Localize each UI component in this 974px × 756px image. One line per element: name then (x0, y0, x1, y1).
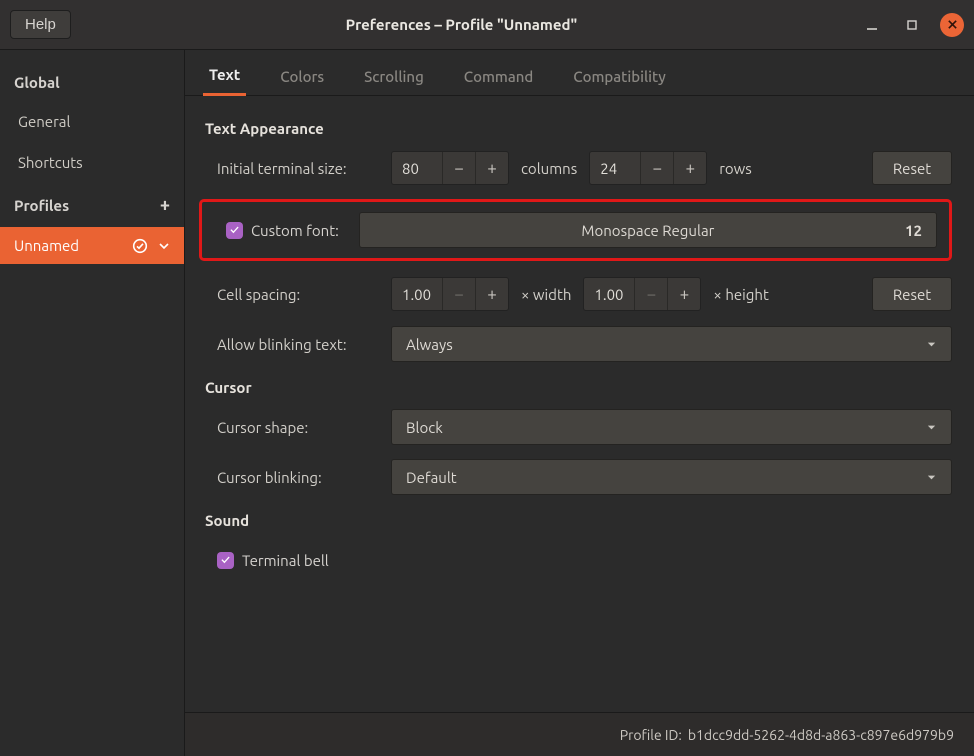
chevron-down-icon (158, 240, 170, 252)
window-title: Preferences – Profile "Unnamed" (79, 16, 844, 33)
cell-height-unit: × height (713, 286, 768, 303)
check-circle-icon (132, 238, 148, 254)
allow-blinking-label: Allow blinking text: (205, 336, 391, 353)
sidebar-section-profiles: Profiles + (0, 183, 184, 227)
maximize-icon (904, 17, 920, 33)
tab-command[interactable]: Command (458, 58, 540, 95)
chevron-down-icon (926, 336, 937, 353)
custom-font-button[interactable]: Monospace Regular 12 (359, 212, 937, 248)
tab-colors[interactable]: Colors (274, 58, 330, 95)
columns-value[interactable]: 80 (392, 160, 442, 177)
add-profile-button[interactable]: + (160, 195, 170, 215)
window-close-button[interactable] (940, 13, 964, 37)
terminal-bell-label: Terminal bell (242, 552, 329, 569)
cursor-shape-value: Block (406, 419, 443, 436)
titlebar: Help Preferences – Profile "Unnamed" (0, 0, 974, 50)
initial-size-reset-button[interactable]: Reset (872, 151, 952, 185)
close-icon (947, 19, 958, 30)
sidebar-item-shortcuts[interactable]: Shortcuts (0, 142, 184, 183)
sidebar-profiles-label: Profiles (14, 197, 69, 214)
cell-height-spinner[interactable]: 1.00 − + (583, 277, 701, 311)
sidebar-profile-unnamed[interactable]: Unnamed (0, 227, 184, 264)
rows-increment[interactable]: + (674, 160, 706, 177)
cursor-shape-select[interactable]: Block (391, 409, 952, 445)
row-custom-font: Custom font: Monospace Regular 12 (199, 199, 952, 261)
rows-value[interactable]: 24 (590, 160, 640, 177)
rows-unit: rows (719, 160, 752, 177)
tab-compatibility[interactable]: Compatibility (567, 58, 671, 95)
cell-width-unit: × width (521, 286, 571, 303)
tab-bar: Text Colors Scrolling Command Compatibil… (185, 50, 974, 96)
initial-size-label: Initial terminal size: (205, 160, 391, 177)
cell-height-value[interactable]: 1.00 (584, 286, 634, 303)
cursor-blinking-label: Cursor blinking: (205, 469, 391, 486)
chevron-down-icon (926, 419, 937, 436)
rows-spinner[interactable]: 24 − + (589, 151, 707, 185)
cell-spacing-label: Cell spacing: (205, 286, 391, 303)
allow-blinking-select[interactable]: Always (391, 326, 952, 362)
cell-width-increment[interactable]: + (476, 286, 508, 303)
tab-text[interactable]: Text (203, 56, 246, 96)
section-text-appearance: Text Appearance (205, 120, 952, 137)
tab-scrolling[interactable]: Scrolling (358, 58, 430, 95)
cursor-blinking-value: Default (406, 469, 457, 486)
columns-spinner[interactable]: 80 − + (391, 151, 509, 185)
section-sound: Sound (205, 512, 952, 529)
cursor-blinking-select[interactable]: Default (391, 459, 952, 495)
custom-font-checkbox[interactable] (226, 222, 243, 239)
sidebar-section-global: Global (0, 64, 184, 101)
sidebar-profile-label: Unnamed (14, 237, 79, 254)
sidebar: Global General Shortcuts Profiles + Unna… (0, 50, 185, 756)
main-panel: Text Colors Scrolling Command Compatibil… (185, 50, 974, 756)
profile-id-value: b1dcc9dd-5262-4d8d-a863-c897e6d979b9 (688, 727, 954, 743)
footer-bar: Profile ID: b1dcc9dd-5262-4d8d-a863-c897… (185, 712, 974, 756)
help-menu-button[interactable]: Help (10, 10, 71, 39)
cell-width-value[interactable]: 1.00 (392, 286, 442, 303)
allow-blinking-value: Always (406, 336, 453, 353)
cell-width-decrement[interactable]: − (443, 286, 475, 303)
row-terminal-bell: Terminal bell (205, 541, 952, 579)
section-cursor: Cursor (205, 379, 952, 396)
custom-font-size: 12 (905, 222, 922, 239)
minimize-icon (864, 17, 880, 33)
window-minimize-button[interactable] (860, 13, 884, 37)
cursor-shape-label: Cursor shape: (205, 419, 391, 436)
columns-unit: columns (521, 160, 577, 177)
row-cell-spacing: Cell spacing: 1.00 − + × width 1.00 − + … (205, 275, 952, 313)
row-allow-blinking: Allow blinking text: Always (205, 325, 952, 363)
cell-spacing-reset-button[interactable]: Reset (872, 277, 952, 311)
custom-font-label: Custom font: (251, 222, 339, 239)
custom-font-name: Monospace Regular (581, 222, 714, 239)
cell-width-spinner[interactable]: 1.00 − + (391, 277, 509, 311)
chevron-down-icon (926, 469, 937, 486)
text-tab-panel: Text Appearance Initial terminal size: 8… (185, 96, 974, 712)
window-maximize-button[interactable] (900, 13, 924, 37)
cell-height-decrement[interactable]: − (635, 286, 667, 303)
profile-id-label: Profile ID: (620, 727, 682, 743)
sidebar-item-general[interactable]: General (0, 101, 184, 142)
terminal-bell-checkbox[interactable] (217, 552, 234, 569)
row-initial-size: Initial terminal size: 80 − + columns 24… (205, 149, 952, 187)
rows-decrement[interactable]: − (641, 160, 673, 177)
row-cursor-blinking: Cursor blinking: Default (205, 458, 952, 496)
cell-height-increment[interactable]: + (668, 286, 700, 303)
row-cursor-shape: Cursor shape: Block (205, 408, 952, 446)
columns-decrement[interactable]: − (443, 160, 475, 177)
columns-increment[interactable]: + (476, 160, 508, 177)
